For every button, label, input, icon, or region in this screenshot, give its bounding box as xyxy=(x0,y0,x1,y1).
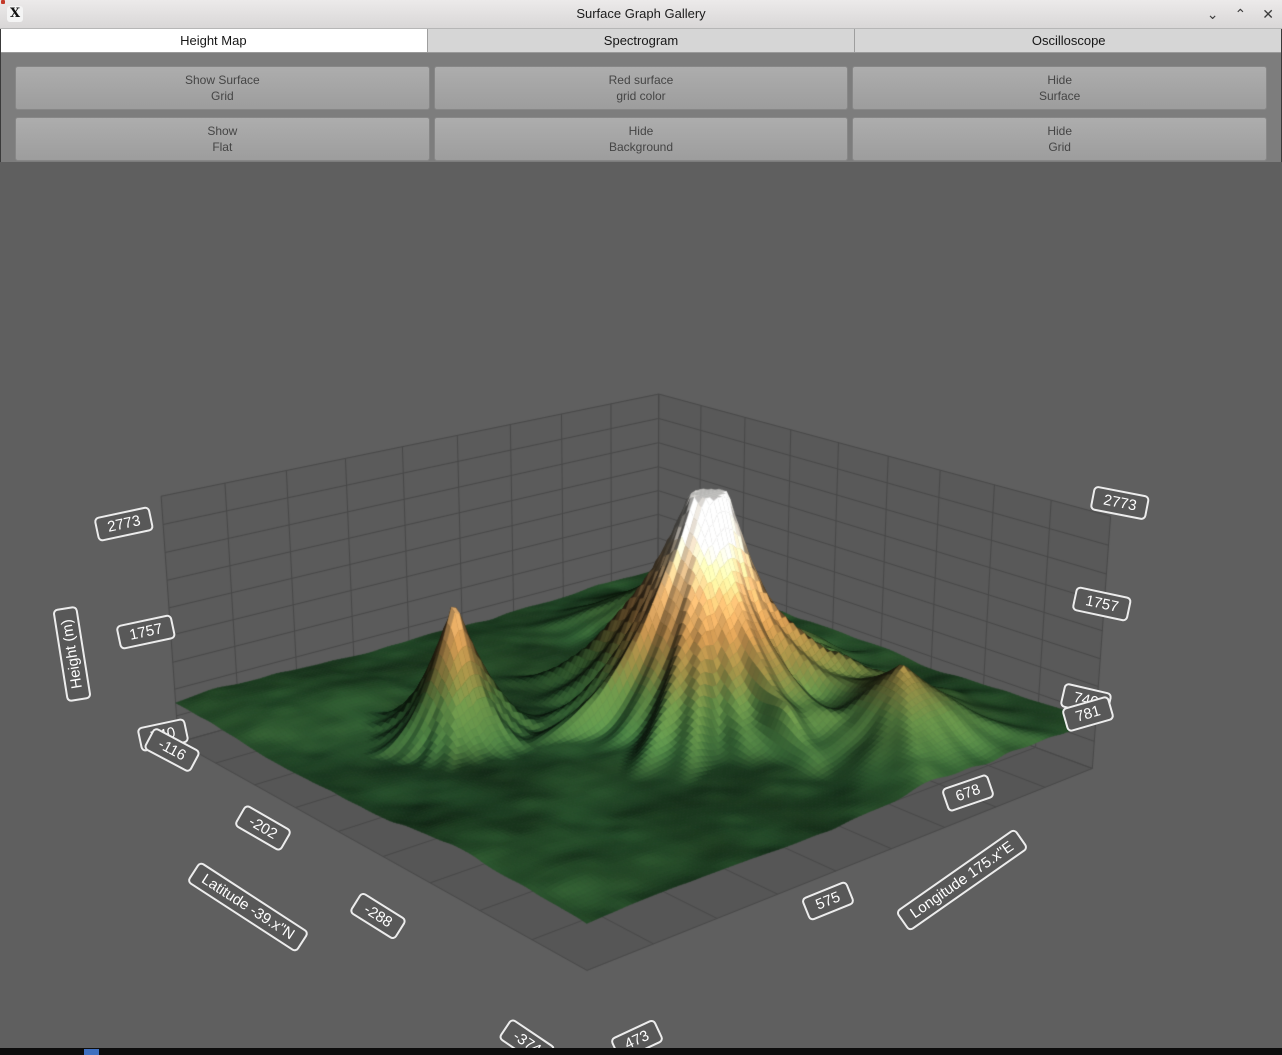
show-surface-grid-button[interactable]: Show Surface Grid xyxy=(15,66,430,110)
taskbar-strip xyxy=(0,1048,1282,1055)
window-controls: ⌄ ⌃ ✕ xyxy=(1207,0,1274,28)
button-label: Show Surface xyxy=(185,72,260,88)
button-label: Surface xyxy=(1039,88,1080,104)
button-label: Grid xyxy=(1048,139,1071,155)
show-flat-button[interactable]: Show Flat xyxy=(15,117,430,161)
hide-grid-button[interactable]: Hide Grid xyxy=(852,117,1267,161)
button-label: Hide xyxy=(629,123,654,139)
control-panel: Show Surface Grid Red surface grid color… xyxy=(0,53,1282,162)
button-label: Hide xyxy=(1047,123,1072,139)
titlebar[interactable]: X Surface Graph Gallery ⌄ ⌃ ✕ xyxy=(0,0,1282,29)
red-surface-grid-color-button[interactable]: Red surface grid color xyxy=(434,66,849,110)
tab-oscilloscope[interactable]: Oscilloscope xyxy=(855,29,1282,52)
tab-bar: Height Map Spectrogram Oscilloscope xyxy=(0,29,1282,53)
hide-background-button[interactable]: Hide Background xyxy=(434,117,849,161)
surface-plot-area: 740 1757 2773 Height (m) 740 1757 2773 -… xyxy=(0,162,1282,1055)
tab-spectrogram[interactable]: Spectrogram xyxy=(428,29,856,52)
button-label: Flat xyxy=(212,139,232,155)
button-label: grid color xyxy=(616,88,665,104)
button-label: Grid xyxy=(211,88,234,104)
button-label: Red surface xyxy=(609,72,674,88)
taskbar-item-blue xyxy=(84,1049,99,1055)
hide-surface-button[interactable]: Hide Surface xyxy=(852,66,1267,110)
app-window: X Surface Graph Gallery ⌄ ⌃ ✕ Height Map… xyxy=(0,0,1282,1055)
close-icon[interactable]: ✕ xyxy=(1262,0,1274,28)
tab-height-map[interactable]: Height Map xyxy=(0,29,428,52)
button-label: Hide xyxy=(1047,72,1072,88)
window-title: Surface Graph Gallery xyxy=(0,0,1282,28)
maximize-icon[interactable]: ⌃ xyxy=(1235,0,1247,28)
button-label: Background xyxy=(609,139,673,155)
shade-icon[interactable]: ⌄ xyxy=(1207,0,1219,28)
button-label: Show xyxy=(207,123,237,139)
